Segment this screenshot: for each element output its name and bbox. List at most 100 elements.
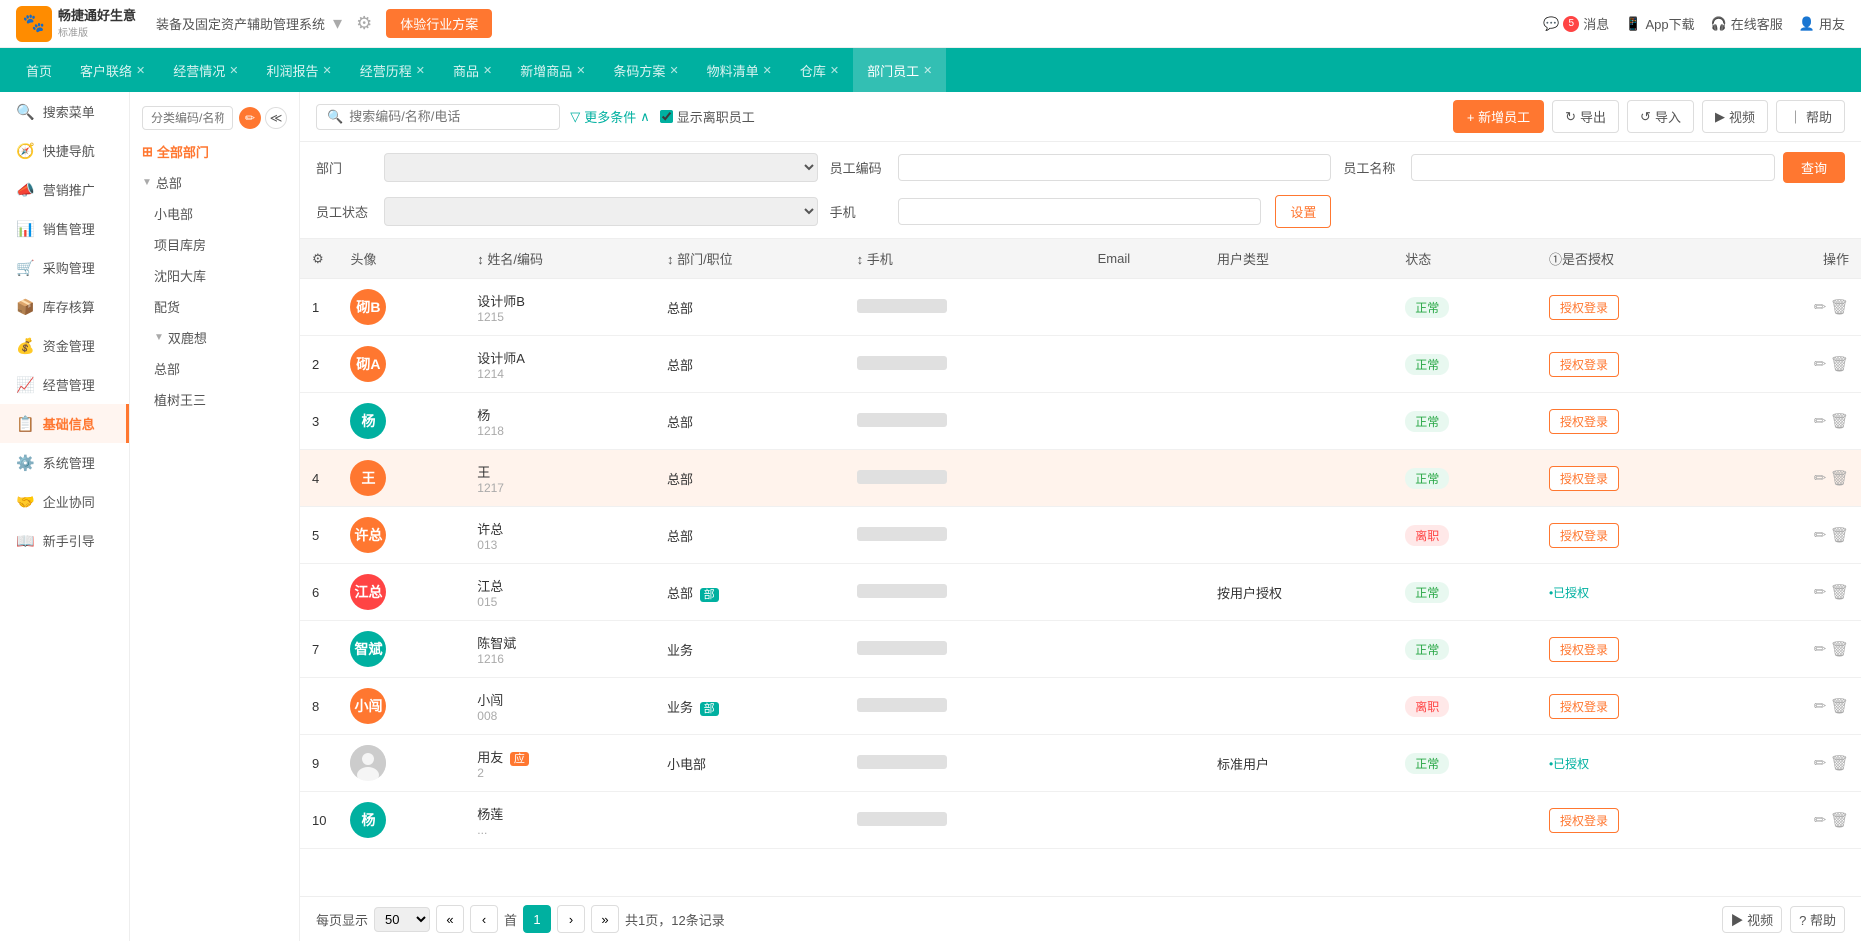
dept-node[interactable]: 配货 (130, 291, 299, 322)
delete-btn[interactable]: 🗑 (1830, 698, 1849, 715)
help-btn[interactable]: ｜ 帮助 (1776, 100, 1845, 133)
nav-tab[interactable]: 客户联络 ✕ (66, 48, 159, 92)
auth-btn[interactable]: 授权登录 (1549, 466, 1619, 491)
help-footer-btn[interactable]: ? 帮助 (1790, 906, 1845, 933)
add-employee-btn[interactable]: + 新增员工 (1453, 100, 1544, 133)
nav-tab[interactable]: 经营历程 ✕ (346, 48, 439, 92)
nav-tab[interactable]: 物料清单 ✕ (693, 48, 786, 92)
phone-input[interactable] (898, 198, 1262, 225)
edit-btn[interactable]: ✏ (1814, 584, 1827, 601)
query-btn[interactable]: 查询 (1783, 152, 1845, 183)
delete-btn[interactable]: 🗑 (1830, 527, 1849, 544)
delete-btn[interactable]: 🗑 (1830, 755, 1849, 772)
dept-node[interactable]: 项目库房 (130, 229, 299, 260)
edit-btn[interactable]: ✏ (1814, 641, 1827, 658)
emp-name-input[interactable] (1411, 154, 1775, 181)
sidebar-item[interactable]: 📖新手引导 (0, 521, 129, 560)
close-icon[interactable]: ✕ (830, 64, 839, 77)
dept-node[interactable]: 植树王三 (130, 384, 299, 415)
edit-btn[interactable]: ✏ (1814, 470, 1827, 487)
edit-btn[interactable]: ✏ (1814, 527, 1827, 544)
close-icon[interactable]: ✕ (323, 64, 332, 77)
settings-icon[interactable]: ⚙ (356, 13, 372, 34)
emp-status-select[interactable] (384, 197, 818, 226)
last-page-btn[interactable]: » (591, 905, 619, 933)
th-name[interactable]: ↕ 姓名/编码 (465, 239, 655, 279)
auth-btn[interactable]: 授权登录 (1549, 637, 1619, 662)
nav-tab[interactable]: 商品 ✕ (439, 48, 506, 92)
sidebar-item[interactable]: 📣营销推广 (0, 170, 129, 209)
nav-tab[interactable]: 利润报告 ✕ (252, 48, 345, 92)
dept-node[interactable]: 沈阳大库 (130, 260, 299, 291)
dept-node[interactable]: ▼双鹿想 (130, 322, 299, 353)
filter-more-btn[interactable]: ▽ 更多条件 ∧ (570, 107, 650, 126)
auth-btn[interactable]: 授权登录 (1549, 694, 1619, 719)
sidebar-item[interactable]: 📋基础信息 (0, 404, 129, 443)
sidebar-item[interactable]: 🔍搜索菜单 (0, 92, 129, 131)
show-resigned-checkbox[interactable] (660, 110, 673, 123)
close-icon[interactable]: ✕ (669, 64, 678, 77)
dept-node[interactable]: ▼总部 (130, 167, 299, 198)
delete-btn[interactable]: 🗑 (1830, 299, 1849, 316)
search-input[interactable] (349, 109, 549, 124)
edit-btn[interactable]: ✏ (1814, 698, 1827, 715)
close-icon[interactable]: ✕ (576, 64, 585, 77)
sidebar-item[interactable]: 💰资金管理 (0, 326, 129, 365)
view-btn[interactable]: ▶ 视频 (1702, 100, 1768, 133)
delete-btn[interactable]: 🗑 (1830, 413, 1849, 430)
nav-tab[interactable]: 首页 (12, 48, 66, 92)
first-page-btn[interactable]: « (436, 905, 464, 933)
dept-select[interactable] (384, 153, 818, 182)
sidebar-item[interactable]: 🤝企业协同 (0, 482, 129, 521)
dept-collapse-btn[interactable]: ≪ (265, 107, 287, 129)
nav-tab[interactable]: 仓库 ✕ (786, 48, 853, 92)
edit-btn[interactable]: ✏ (1814, 812, 1827, 829)
close-icon[interactable]: ✕ (229, 64, 238, 77)
sidebar-item[interactable]: 📈经营管理 (0, 365, 129, 404)
sidebar-item[interactable]: 🧭快捷导航 (0, 131, 129, 170)
system-name-dropdown[interactable]: ▾ (333, 13, 342, 34)
sidebar-item[interactable]: ⚙️系统管理 (0, 443, 129, 482)
dept-node[interactable]: 总部 (130, 353, 299, 384)
per-page-select[interactable]: 50 100 (374, 907, 430, 932)
delete-btn[interactable]: 🗑 (1830, 470, 1849, 487)
sidebar-item[interactable]: 🛒采购管理 (0, 248, 129, 287)
import-btn[interactable]: ↺ 导入 (1627, 100, 1694, 133)
auth-btn[interactable]: 授权登录 (1549, 409, 1619, 434)
th-settings[interactable]: ⚙ (300, 239, 338, 279)
edit-btn[interactable]: ✏ (1814, 356, 1827, 373)
dept-search-input[interactable] (142, 106, 233, 130)
video-btn[interactable]: ▶ 视频 (1722, 906, 1783, 933)
auth-btn[interactable]: 授权登录 (1549, 808, 1619, 833)
user-btn[interactable]: 👤 用友 (1799, 14, 1845, 33)
nav-tab[interactable]: 部门员工 ✕ (853, 48, 946, 92)
sidebar-item[interactable]: 📦库存核算 (0, 287, 129, 326)
nav-tab[interactable]: 经营情况 ✕ (159, 48, 252, 92)
close-icon[interactable]: ✕ (136, 64, 145, 77)
delete-btn[interactable]: 🗑 (1830, 812, 1849, 829)
delete-btn[interactable]: 🗑 (1830, 641, 1849, 658)
th-phone[interactable]: ↕ 手机 (845, 239, 1086, 279)
dept-node[interactable]: 小电部 (130, 198, 299, 229)
close-icon[interactable]: ✕ (483, 64, 492, 77)
app-download-btn[interactable]: 📱 App下载 (1625, 14, 1694, 33)
sidebar-item[interactable]: 📊销售管理 (0, 209, 129, 248)
delete-btn[interactable]: 🗑 (1830, 356, 1849, 373)
nav-tab[interactable]: 条码方案 ✕ (599, 48, 692, 92)
edit-btn[interactable]: ✏ (1814, 755, 1827, 772)
emp-code-input[interactable] (898, 154, 1332, 181)
th-dept[interactable]: ↕ 部门/职位 (655, 239, 845, 279)
auth-btn[interactable]: 授权登录 (1549, 352, 1619, 377)
delete-btn[interactable]: 🗑 (1830, 584, 1849, 601)
close-icon[interactable]: ✕ (416, 64, 425, 77)
export-btn[interactable]: ↻ 导出 (1552, 100, 1619, 133)
edit-btn[interactable]: ✏ (1814, 413, 1827, 430)
trial-btn[interactable]: 体验行业方案 (386, 9, 492, 38)
prev-page-btn[interactable]: ‹ (470, 905, 498, 933)
auth-btn[interactable]: 授权登录 (1549, 295, 1619, 320)
next-page-btn[interactable]: › (557, 905, 585, 933)
nav-tab[interactable]: 新增商品 ✕ (506, 48, 599, 92)
online-service-btn[interactable]: 🎧 在线客服 (1711, 14, 1783, 33)
show-resigned-label[interactable]: 显示离职员工 (660, 107, 755, 126)
message-btn[interactable]: 💬 5 消息 (1543, 14, 1609, 33)
